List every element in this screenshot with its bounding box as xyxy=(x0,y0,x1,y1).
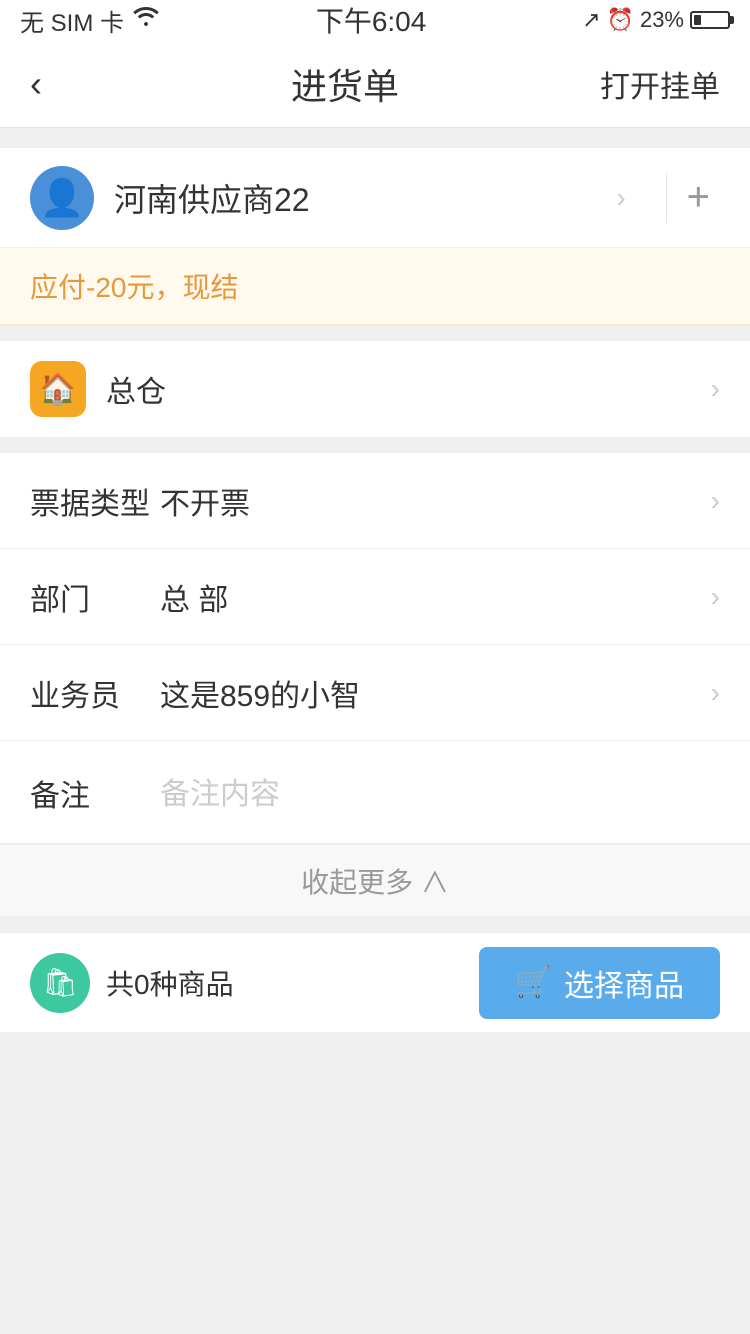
supplier-avatar: 👤 xyxy=(30,166,94,230)
department-row[interactable]: 部门 总 部 › xyxy=(0,549,750,645)
bottom-bar: 🛍 共0种商品 🛒 选择商品 xyxy=(0,932,750,1032)
status-time: 下午6:04 xyxy=(316,0,427,40)
invoice-type-row[interactable]: 票据类型 不开票 › xyxy=(0,453,750,549)
section-gap-4 xyxy=(0,916,750,932)
avatar-icon: 👤 xyxy=(40,177,85,219)
warehouse-emoji-icon: 🏠 xyxy=(39,372,76,407)
location-icon: ↗ xyxy=(582,7,600,33)
status-right: ↗ ⏰ 23% xyxy=(582,7,730,33)
open-pending-button[interactable]: 打开挂单 xyxy=(600,62,720,106)
sim-status: 无 SIM 卡 xyxy=(20,3,124,38)
section-gap-1 xyxy=(0,128,750,148)
alarm-icon: ⏰ xyxy=(607,7,634,33)
salesperson-value: 这是859的小智 xyxy=(160,671,711,715)
remarks-row[interactable]: 备注 备注内容 xyxy=(0,741,750,844)
status-left: 无 SIM 卡 xyxy=(20,3,160,38)
product-emoji-icon: 🛍 xyxy=(42,966,78,999)
remarks-label: 备注 xyxy=(30,769,160,815)
nav-bar: ‹ 进货单 打开挂单 xyxy=(0,40,750,128)
invoice-type-label: 票据类型 xyxy=(30,479,160,523)
back-button[interactable]: ‹ xyxy=(30,63,90,105)
page-title: 进货单 xyxy=(291,58,399,110)
warehouse-section: 🏠 总仓 › xyxy=(0,341,750,437)
warehouse-icon: 🏠 xyxy=(30,361,86,417)
status-bar: 无 SIM 卡 下午6:04 ↗ ⏰ 23% xyxy=(0,0,750,40)
invoice-type-chevron-icon: › xyxy=(711,485,720,517)
warehouse-name: 总仓 xyxy=(106,367,711,411)
supplier-chevron-icon: › xyxy=(616,182,625,214)
section-gap-2 xyxy=(0,325,750,341)
select-btn-icon: 🛒 xyxy=(515,965,552,1000)
battery-percent: 23% xyxy=(640,7,684,33)
warehouse-chevron-icon: › xyxy=(711,373,720,405)
department-chevron-icon: › xyxy=(711,581,720,613)
supplier-divider xyxy=(666,173,667,223)
invoice-type-value: 不开票 xyxy=(160,479,711,523)
remarks-input[interactable]: 备注内容 xyxy=(160,769,720,813)
salesperson-chevron-icon: › xyxy=(711,677,720,709)
department-label: 部门 xyxy=(30,575,160,619)
department-value: 总 部 xyxy=(160,575,711,619)
page-background xyxy=(0,1032,750,1332)
notice-bar: 应付-20元，现结 xyxy=(0,248,750,325)
form-section: 票据类型 不开票 › 部门 总 部 › 业务员 这是859的小智 › 备注 备注… xyxy=(0,453,750,844)
select-btn-label: 选择商品 xyxy=(564,961,684,1005)
supplier-name: 河南供应商22 xyxy=(114,175,616,221)
product-count-text: 共0种商品 xyxy=(106,963,234,1003)
supplier-section: 👤 河南供应商22 › + 应付-20元，现结 xyxy=(0,148,750,325)
supplier-row[interactable]: 👤 河南供应商22 › + xyxy=(0,148,750,248)
salesperson-row[interactable]: 业务员 这是859的小智 › xyxy=(0,645,750,741)
product-icon: 🛍 xyxy=(30,953,90,1013)
product-count-section: 🛍 共0种商品 xyxy=(30,953,234,1013)
battery-indicator xyxy=(690,11,730,29)
warehouse-row[interactable]: 🏠 总仓 › xyxy=(0,341,750,437)
section-gap-3 xyxy=(0,437,750,453)
salesperson-label: 业务员 xyxy=(30,671,160,715)
add-supplier-button[interactable]: + xyxy=(677,175,720,220)
collapse-button[interactable]: 收起更多 ∧ xyxy=(0,844,750,916)
wifi-icon xyxy=(132,6,160,35)
select-product-button[interactable]: 🛒 选择商品 xyxy=(479,947,720,1019)
